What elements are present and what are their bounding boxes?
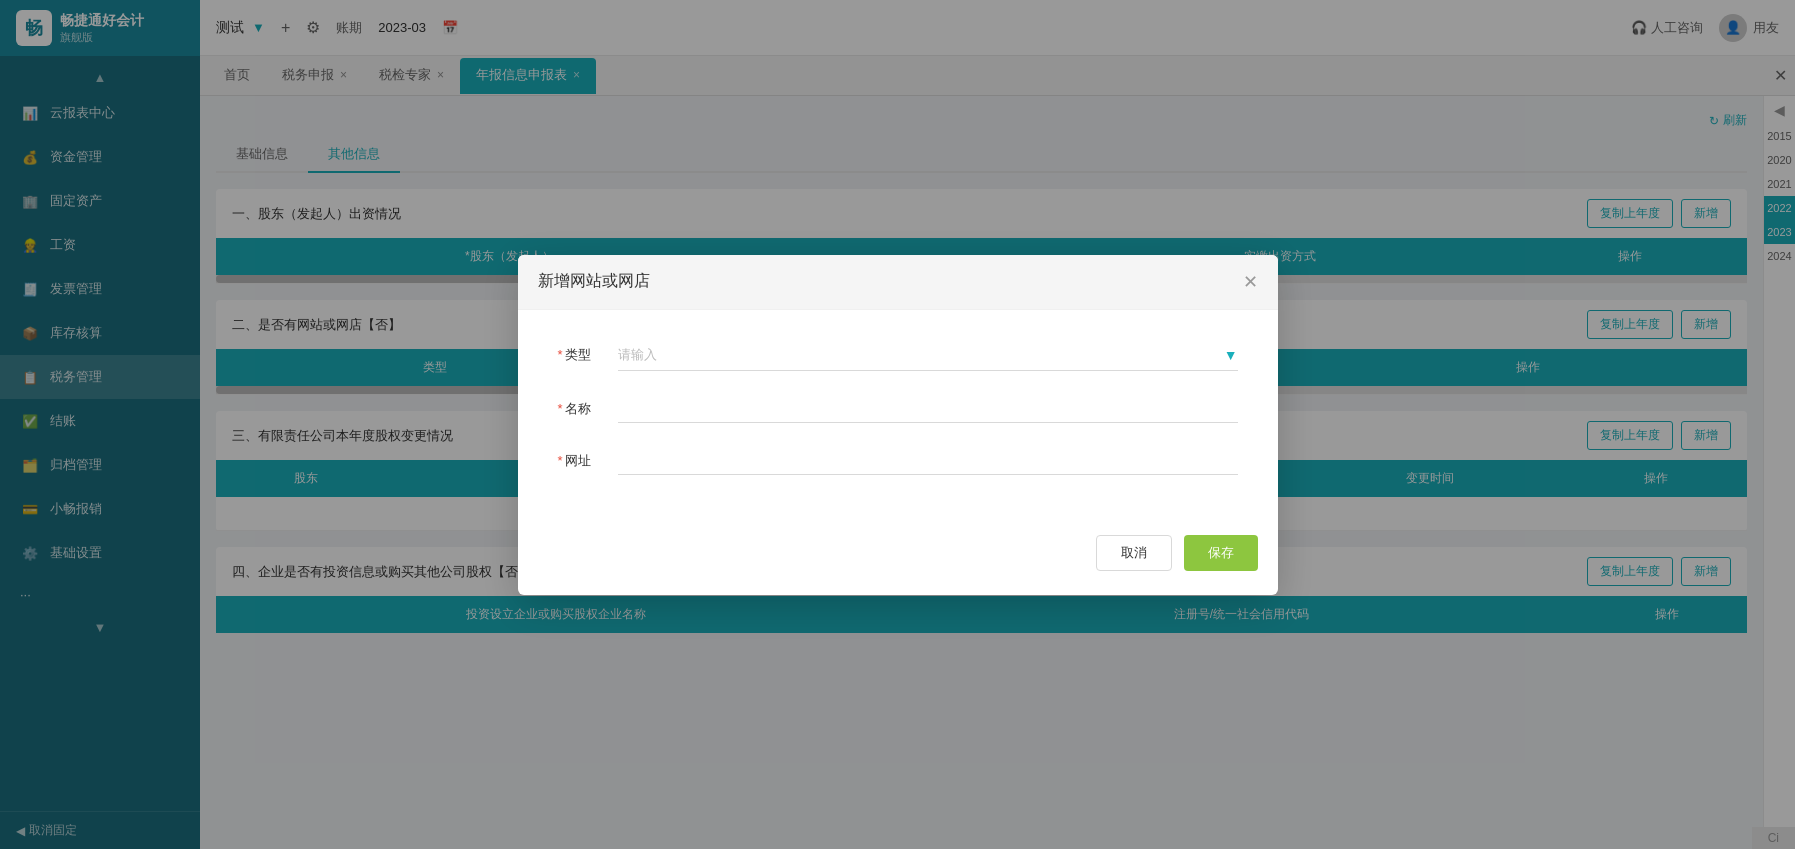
dialog-header: 新增网站或网店 ✕: [518, 255, 1278, 310]
form-row-url: 网址: [558, 447, 1238, 475]
type-placeholder: 请输入: [618, 346, 1224, 364]
dialog-overlay[interactable]: 新增网站或网店 ✕ 类型 请输入 ▼ 名称 网址: [0, 0, 1795, 849]
dialog-close-button[interactable]: ✕: [1243, 271, 1258, 293]
type-label: 类型: [558, 346, 618, 364]
type-select[interactable]: 请输入 ▼: [618, 340, 1238, 371]
dropdown-icon: ▼: [1224, 347, 1238, 363]
save-button[interactable]: 保存: [1184, 535, 1258, 571]
url-label: 网址: [558, 452, 618, 470]
dialog-footer: 取消 保存: [518, 519, 1278, 595]
cancel-button[interactable]: 取消: [1096, 535, 1172, 571]
dialog-body: 类型 请输入 ▼ 名称 网址: [518, 310, 1278, 519]
form-row-name: 名称: [558, 395, 1238, 423]
url-input[interactable]: [618, 447, 1238, 475]
add-website-dialog: 新增网站或网店 ✕ 类型 请输入 ▼ 名称 网址: [518, 255, 1278, 595]
form-row-type: 类型 请输入 ▼: [558, 340, 1238, 371]
name-input[interactable]: [618, 395, 1238, 423]
dialog-title: 新增网站或网店: [538, 271, 650, 292]
name-label: 名称: [558, 400, 618, 418]
